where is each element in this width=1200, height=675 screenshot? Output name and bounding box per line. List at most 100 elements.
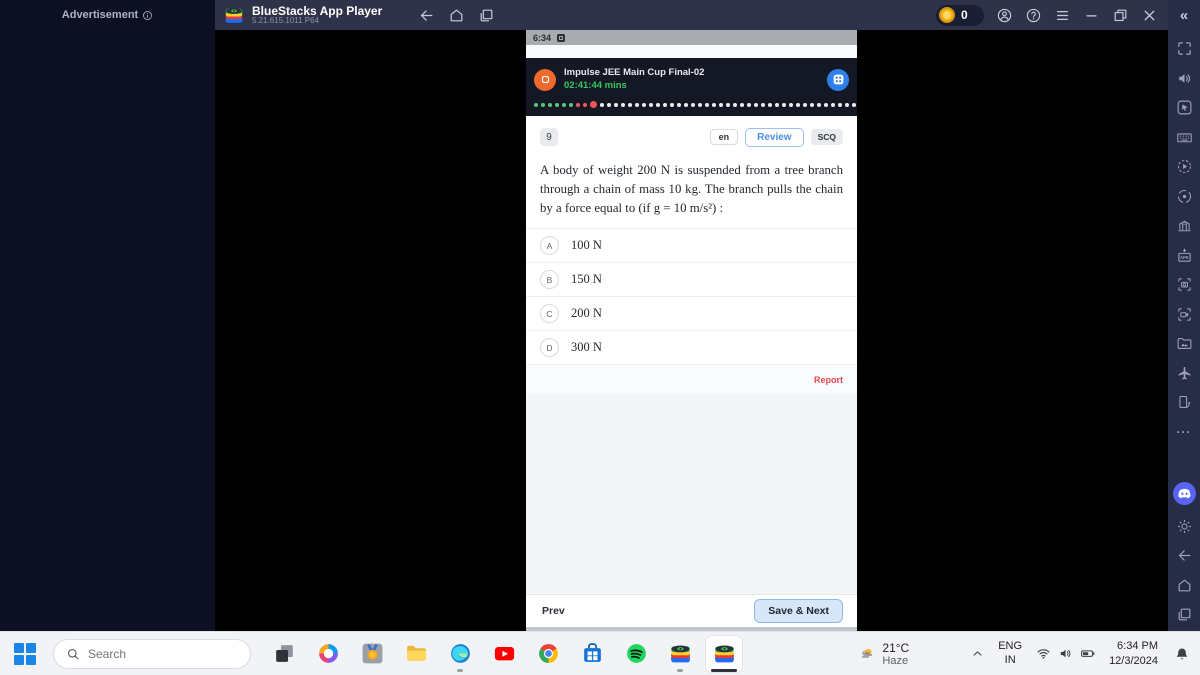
language-indicator[interactable]: ENG IN bbox=[998, 640, 1022, 668]
keyboard-controls-icon[interactable] bbox=[1176, 129, 1193, 146]
question-palette-button[interactable] bbox=[827, 68, 849, 91]
emulator-phone-screen: 6:34 Impulse JEE Main Cup Final-02 02:41… bbox=[526, 30, 857, 631]
test-header-card: Impulse JEE Main Cup Final-02 02:41:44 m… bbox=[526, 58, 857, 116]
close-icon[interactable] bbox=[1141, 7, 1158, 24]
progress-dot bbox=[583, 102, 587, 107]
progress-dot bbox=[614, 102, 618, 107]
progress-dot bbox=[684, 102, 688, 107]
rotate-screen-icon[interactable] bbox=[1176, 394, 1193, 411]
question-footer: Prev Save & Next bbox=[526, 594, 857, 627]
game-controls-icon[interactable] bbox=[1176, 217, 1193, 234]
microsoft-store-taskbar-icon[interactable] bbox=[574, 636, 610, 672]
taskbar-tray: 21°C Haze ENG IN 6:34 PM 12/3/2024 bbox=[860, 639, 1190, 668]
airplane-mode-icon[interactable] bbox=[1176, 365, 1193, 382]
system-tray-icons[interactable] bbox=[1036, 646, 1095, 661]
account-icon[interactable] bbox=[996, 7, 1013, 24]
back-icon[interactable] bbox=[418, 7, 435, 24]
speaker-icon bbox=[1058, 646, 1073, 661]
spotify-taskbar-icon[interactable] bbox=[618, 636, 654, 672]
running-indicator bbox=[677, 668, 683, 672]
review-button[interactable]: Review bbox=[745, 127, 804, 147]
taskbar-search[interactable] bbox=[53, 638, 251, 669]
restore-icon[interactable] bbox=[1112, 7, 1129, 24]
test-timer: 02:41:44 mins bbox=[564, 79, 627, 91]
answer-option[interactable]: C 200 N bbox=[526, 296, 857, 330]
recent-apps-icon[interactable] bbox=[478, 7, 495, 24]
report-row: Report bbox=[526, 364, 857, 395]
edge-taskbar-icon[interactable] bbox=[442, 636, 478, 672]
discord-icon[interactable] bbox=[1172, 482, 1196, 505]
weather-widget[interactable]: 21°C Haze bbox=[860, 641, 909, 667]
test-titles: Impulse JEE Main Cup Final-02 02:41:44 m… bbox=[564, 67, 819, 93]
advertisement-label: Advertisement bbox=[0, 9, 215, 21]
aim-target-icon[interactable] bbox=[1176, 188, 1193, 205]
language-toggle[interactable]: en bbox=[709, 129, 739, 146]
option-text: 300 N bbox=[571, 340, 602, 355]
home-icon[interactable] bbox=[1176, 577, 1193, 594]
report-link[interactable]: Report bbox=[814, 375, 843, 385]
progress-dot bbox=[569, 102, 573, 107]
hidden-icons-chevron[interactable] bbox=[971, 647, 984, 660]
app-top-gap bbox=[526, 45, 857, 58]
progress-dot bbox=[555, 102, 559, 107]
recent-apps-icon[interactable] bbox=[1176, 606, 1193, 623]
macro-recorder-icon[interactable] bbox=[1176, 158, 1193, 175]
screen-record-icon[interactable] bbox=[1176, 306, 1193, 323]
answer-option[interactable]: B 150 N bbox=[526, 262, 857, 296]
home-icon[interactable] bbox=[448, 7, 465, 24]
back-icon[interactable] bbox=[1176, 547, 1193, 564]
progress-dot bbox=[838, 102, 842, 107]
progress-dot bbox=[782, 102, 786, 107]
task-view-taskbar-icon[interactable] bbox=[266, 636, 302, 672]
install-apk-icon[interactable] bbox=[1176, 247, 1193, 264]
status-time: 6:34 bbox=[533, 32, 552, 43]
advertisement-panel: Advertisement bbox=[0, 0, 215, 631]
bluestacks-taskbar-icon[interactable] bbox=[706, 635, 742, 672]
question-meta-row: 9 en Review SCQ bbox=[526, 116, 857, 155]
save-next-button[interactable]: Save & Next bbox=[754, 599, 843, 623]
chrome-taskbar-icon[interactable] bbox=[530, 636, 566, 672]
question-progress-dots bbox=[534, 101, 856, 109]
answer-option[interactable]: A 100 N bbox=[526, 228, 857, 262]
medal-app-taskbar-icon[interactable] bbox=[354, 636, 390, 672]
android-nav-buttons bbox=[418, 7, 495, 24]
clock-widget[interactable]: 6:34 PM 12/3/2024 bbox=[1109, 639, 1158, 668]
progress-dot bbox=[845, 102, 849, 107]
option-text: 100 N bbox=[571, 238, 602, 253]
notifications-bell-icon[interactable] bbox=[1174, 646, 1190, 662]
search-input[interactable] bbox=[88, 646, 218, 661]
help-icon[interactable] bbox=[1025, 7, 1042, 24]
bluestacks-taskbar-icon[interactable] bbox=[662, 636, 698, 672]
menu-icon[interactable] bbox=[1054, 7, 1071, 24]
volume-icon[interactable] bbox=[1176, 70, 1193, 87]
titlebar-titles: BlueStacks App Player 5.21.615.1011 P64 bbox=[252, 4, 382, 26]
end-test-button[interactable] bbox=[534, 68, 556, 91]
settings-gear-icon[interactable] bbox=[1176, 518, 1193, 535]
prev-button[interactable]: Prev bbox=[542, 605, 565, 617]
weather-condition: Haze bbox=[882, 654, 909, 667]
android-gesture-bar[interactable] bbox=[526, 627, 857, 631]
media-manager-icon[interactable] bbox=[1176, 335, 1193, 352]
coin-balance[interactable]: 0 bbox=[936, 4, 984, 26]
minimize-icon[interactable] bbox=[1083, 7, 1100, 24]
more-options-icon[interactable]: ··· bbox=[1176, 424, 1193, 441]
progress-dot bbox=[852, 102, 856, 107]
progress-dot bbox=[607, 102, 611, 107]
file-explorer-taskbar-icon[interactable] bbox=[398, 636, 434, 672]
cursor-mode-icon[interactable] bbox=[1176, 99, 1193, 116]
clock-date: 12/3/2024 bbox=[1109, 654, 1158, 667]
copilot-taskbar-icon[interactable] bbox=[310, 636, 346, 672]
progress-dot bbox=[670, 102, 674, 107]
screenshot-icon[interactable] bbox=[1176, 276, 1193, 293]
start-button[interactable] bbox=[14, 642, 36, 665]
collapse-sidebar-icon[interactable]: « bbox=[1180, 8, 1188, 26]
fullscreen-icon[interactable] bbox=[1176, 40, 1193, 57]
progress-dot bbox=[562, 102, 566, 107]
answer-option[interactable]: D 300 N bbox=[526, 330, 857, 364]
bluestacks-titlebar: BlueStacks App Player 5.21.615.1011 P64 … bbox=[215, 0, 1168, 30]
progress-dot bbox=[803, 102, 807, 107]
progress-dot bbox=[712, 102, 716, 107]
youtube-taskbar-icon[interactable] bbox=[486, 636, 522, 672]
question-text: A body of weight 200 N is suspended from… bbox=[540, 162, 843, 215]
running-indicator bbox=[711, 668, 737, 672]
